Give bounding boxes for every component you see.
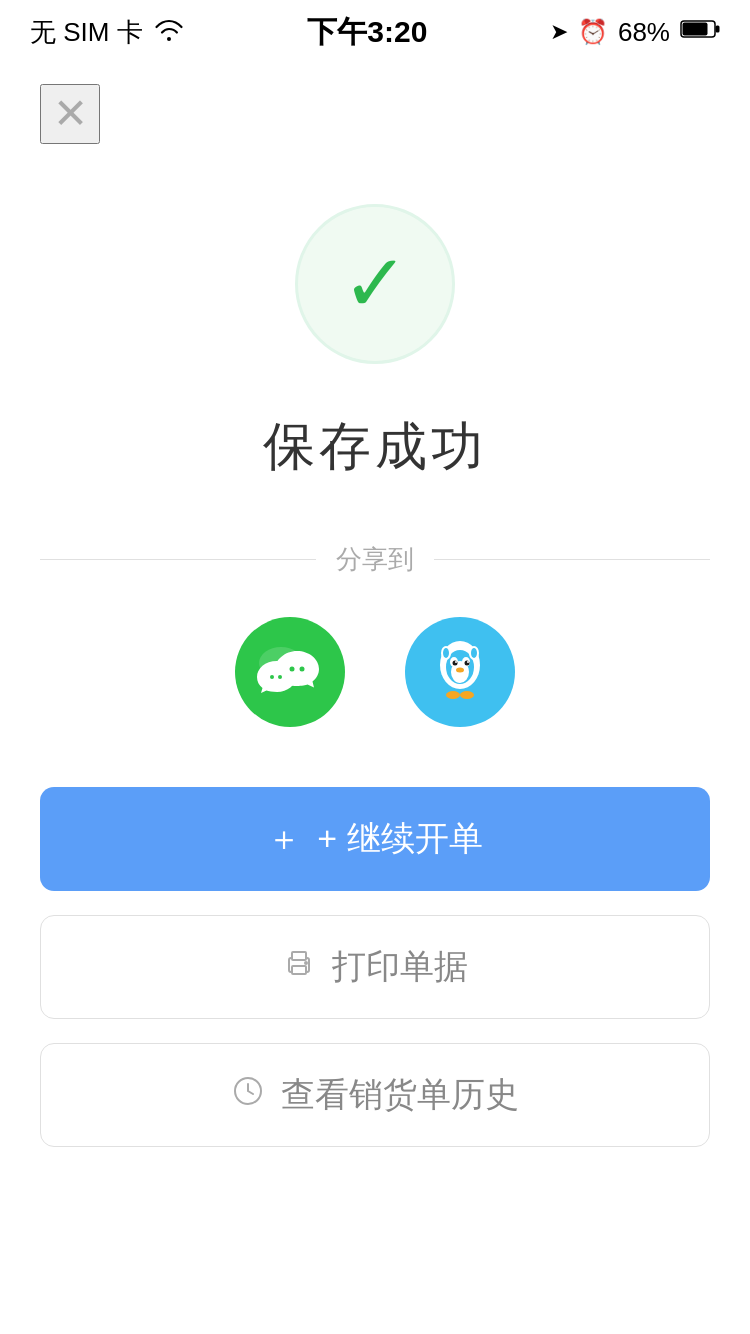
svg-point-22	[443, 648, 449, 658]
svg-point-7	[278, 675, 282, 679]
divider-line-right	[434, 559, 710, 560]
print-label: 打印单据	[332, 944, 468, 990]
wechat-share-button[interactable]	[235, 617, 345, 727]
wechat-icon	[255, 643, 325, 701]
svg-point-17	[456, 668, 464, 673]
history-icon	[231, 1074, 265, 1116]
battery-text: 68%	[618, 17, 670, 48]
status-bar: 无 SIM 卡 下午3:20 ➤ ⏰ 68%	[0, 0, 750, 64]
checkmark-icon: ✓	[342, 244, 409, 324]
location-icon: ➤	[550, 19, 568, 45]
close-icon: ✕	[53, 93, 88, 135]
svg-point-15	[455, 661, 457, 663]
continue-order-button[interactable]: ＋ + 继续开单	[40, 787, 710, 891]
svg-point-6	[270, 675, 274, 679]
qq-icon	[432, 637, 488, 707]
status-left: 无 SIM 卡	[30, 15, 185, 50]
svg-rect-2	[682, 23, 707, 36]
svg-rect-1	[715, 26, 719, 33]
svg-rect-26	[292, 966, 306, 974]
status-time: 下午3:20	[307, 12, 427, 53]
plus-icon: ＋	[267, 816, 301, 862]
no-sim-text: 无 SIM 卡	[30, 15, 143, 50]
svg-point-27	[304, 961, 308, 965]
battery-icon	[680, 18, 720, 46]
close-button[interactable]: ✕	[40, 84, 100, 144]
divider-line-left	[40, 559, 316, 560]
svg-point-5	[300, 667, 305, 672]
svg-point-19	[460, 691, 474, 699]
history-label: 查看销货单历史	[281, 1072, 519, 1118]
svg-point-23	[471, 648, 477, 658]
share-label: 分享到	[336, 542, 414, 577]
success-circle: ✓	[295, 204, 455, 364]
qq-share-button[interactable]	[405, 617, 515, 727]
continue-order-label: + 继续开单	[317, 816, 482, 862]
action-buttons: ＋ + 继续开单 打印单据 查看销货单历史	[40, 787, 710, 1147]
printer-icon	[282, 946, 316, 988]
svg-point-16	[467, 661, 469, 663]
svg-point-14	[465, 661, 470, 666]
view-history-button[interactable]: 查看销货单历史	[40, 1043, 710, 1147]
svg-point-13	[453, 661, 458, 666]
alarm-icon: ⏰	[578, 18, 608, 46]
main-content: ✕ ✓ 保存成功 分享到	[0, 64, 750, 1334]
svg-rect-25	[292, 952, 306, 960]
share-icons	[235, 617, 515, 727]
wifi-icon	[153, 17, 185, 48]
status-right: ➤ ⏰ 68%	[550, 17, 720, 48]
svg-point-18	[446, 691, 460, 699]
share-divider: 分享到	[40, 542, 710, 577]
svg-point-4	[290, 667, 295, 672]
print-button[interactable]: 打印单据	[40, 915, 710, 1019]
success-title: 保存成功	[263, 412, 487, 482]
